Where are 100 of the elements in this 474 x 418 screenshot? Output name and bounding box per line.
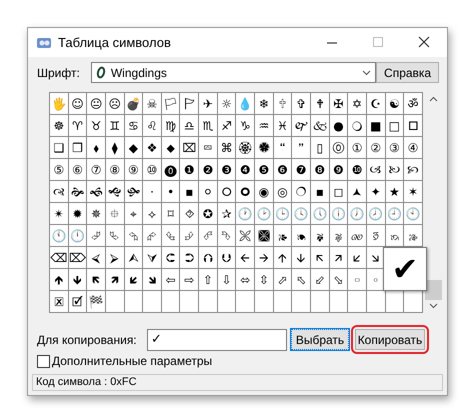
character-cell[interactable]: ♑ bbox=[236, 115, 256, 137]
help-button[interactable]: Справка bbox=[376, 62, 439, 83]
copy-button[interactable]: Копировать bbox=[355, 329, 425, 350]
character-cell[interactable]: 🕈 bbox=[310, 93, 330, 115]
character-cell[interactable]: 🙞 bbox=[68, 181, 88, 203]
character-cell[interactable]: ♓ bbox=[274, 115, 292, 137]
copy-field[interactable]: ✓ bbox=[147, 328, 287, 350]
character-cell[interactable]: ॐ bbox=[404, 93, 423, 115]
character-cell[interactable]: 🕒 bbox=[274, 203, 292, 225]
character-cell[interactable]: ● bbox=[330, 115, 348, 137]
character-cell[interactable]: ◻ bbox=[330, 181, 348, 203]
character-cell[interactable]: ⚪ bbox=[199, 181, 218, 203]
character-cell[interactable]: 🕑 bbox=[255, 203, 274, 225]
character-cell[interactable]: ⬃ bbox=[310, 269, 330, 291]
character-cell[interactable]: ⟡ bbox=[143, 203, 162, 225]
character-cell[interactable]: 🡩 bbox=[274, 247, 292, 269]
character-cell[interactable]: ♈ bbox=[68, 115, 88, 137]
character-cell[interactable]: ✹ bbox=[68, 203, 88, 225]
character-cell[interactable]: ⧫ bbox=[106, 137, 125, 159]
character-cell[interactable]: □ bbox=[386, 115, 404, 137]
character-cell[interactable]: ⌑ bbox=[162, 203, 180, 225]
character-cell[interactable]: ⌦ bbox=[68, 247, 88, 269]
character-cell[interactable]: 🡾 bbox=[143, 269, 162, 291]
character-cell[interactable]: ❖ bbox=[143, 137, 162, 159]
character-cell[interactable]: ❶ bbox=[180, 159, 200, 181]
character-cell[interactable]: 🏁 bbox=[87, 291, 106, 313]
character-cell[interactable]: ☸ bbox=[50, 115, 69, 137]
character-cell[interactable]: 🡹 bbox=[50, 269, 69, 291]
character-cell[interactable]: ✶ bbox=[404, 181, 423, 203]
character-cell[interactable]: 🕔 bbox=[310, 203, 330, 225]
scroll-up-icon[interactable] bbox=[429, 96, 438, 102]
character-cell[interactable]: 🙣 bbox=[50, 181, 69, 203]
character-cell[interactable]: 🢬 bbox=[348, 269, 367, 291]
character-cell[interactable]: 😐 bbox=[87, 93, 106, 115]
character-cell[interactable]: 🡻 bbox=[68, 269, 88, 291]
character-cell[interactable]: 🕆 bbox=[274, 93, 292, 115]
character-cell[interactable]: ⇦ bbox=[162, 269, 180, 291]
character-cell[interactable]: ❼ bbox=[292, 159, 311, 181]
character-cell[interactable]: ◉ bbox=[255, 181, 274, 203]
character-cell[interactable]: ③ bbox=[386, 137, 404, 159]
character-cell[interactable]: 🙟 bbox=[124, 181, 144, 203]
character-cell[interactable]: ☯ bbox=[386, 93, 404, 115]
character-cell[interactable]: ① bbox=[348, 137, 367, 159]
character-cell[interactable]: ✴ bbox=[50, 203, 69, 225]
character-cell[interactable]: ⓿ bbox=[162, 159, 180, 181]
character-cell[interactable]: 🡼 bbox=[87, 269, 106, 291]
character-cell[interactable]: 🞐 bbox=[404, 115, 423, 137]
character-cell[interactable]: ■ bbox=[366, 115, 386, 137]
character-cell[interactable]: 🙖 bbox=[330, 225, 348, 247]
character-cell[interactable]: ⮵ bbox=[180, 225, 200, 247]
character-cell[interactable]: ◎ bbox=[274, 181, 292, 203]
character-cell[interactable]: 🏵 bbox=[236, 137, 256, 159]
font-dropdown[interactable]: Wingdings bbox=[90, 62, 376, 83]
character-cell[interactable]: ⌖ bbox=[124, 203, 144, 225]
character-cell[interactable]: 🕓 bbox=[292, 203, 311, 225]
character-cell[interactable]: ✦ bbox=[366, 181, 386, 203]
character-cell[interactable]: ◆ bbox=[124, 137, 144, 159]
character-cell[interactable]: ⬧ bbox=[87, 137, 106, 159]
character-cell[interactable]: ⌫ bbox=[50, 247, 69, 269]
character-cell[interactable]: 🕚 bbox=[50, 225, 69, 247]
character-cell[interactable]: ✈ bbox=[199, 93, 218, 115]
scroll-down-icon[interactable] bbox=[429, 303, 438, 309]
character-cell[interactable]: ⑦ bbox=[87, 159, 106, 181]
character-cell[interactable]: 🕘 bbox=[386, 203, 404, 225]
character-cell[interactable]: ♉ bbox=[87, 115, 106, 137]
character-cell[interactable]: 🙷 bbox=[292, 137, 311, 159]
character-cell[interactable]: 🡪 bbox=[255, 247, 274, 269]
character-cell[interactable]: 🡽 bbox=[106, 269, 125, 291]
character-cell[interactable]: ⮊ bbox=[180, 247, 200, 269]
character-cell[interactable]: ⇨ bbox=[180, 269, 200, 291]
character-cell[interactable]: ❸ bbox=[218, 159, 236, 181]
character-cell[interactable]: ❺ bbox=[255, 159, 274, 181]
character-cell[interactable]: 🙗 bbox=[310, 225, 330, 247]
character-cell[interactable]: 🙜 bbox=[87, 181, 106, 203]
character-cell[interactable]: ⯐ bbox=[106, 203, 125, 225]
character-cell[interactable]: ❹ bbox=[236, 159, 256, 181]
character-cell[interactable]: 🏳 bbox=[162, 93, 180, 115]
character-cell[interactable]: ♊ bbox=[106, 115, 125, 137]
character-cell[interactable]: ❄ bbox=[255, 93, 274, 115]
character-cell[interactable]: ⑧ bbox=[106, 159, 125, 181]
character-cell[interactable]: ⮹ bbox=[199, 137, 218, 159]
character-cell[interactable]: ⮷ bbox=[218, 225, 236, 247]
character-cell[interactable]: ⬀ bbox=[274, 269, 292, 291]
character-cell[interactable]: ✠ bbox=[330, 93, 348, 115]
character-cell[interactable]: ❽ bbox=[310, 159, 330, 181]
character-cell[interactable]: 🕖 bbox=[348, 203, 367, 225]
character-cell[interactable]: 🙝 bbox=[106, 181, 125, 203]
character-cell[interactable]: ⇳ bbox=[255, 269, 274, 291]
character-cell[interactable]: ⮙ bbox=[124, 247, 144, 269]
character-cell[interactable]: 🕕 bbox=[330, 203, 348, 225]
character-cell[interactable]: 🡯 bbox=[348, 247, 367, 269]
character-cell[interactable]: ⮈ bbox=[162, 247, 180, 269]
character-cell[interactable]: ⓪ bbox=[330, 137, 348, 159]
character-cell[interactable]: 🔾 bbox=[348, 115, 367, 137]
character-cell[interactable]: 🙪 bbox=[236, 225, 256, 247]
character-cell[interactable]: 🞈 bbox=[236, 181, 256, 203]
character-cell[interactable]: ⌧ bbox=[180, 137, 200, 159]
character-cell[interactable]: ♍ bbox=[162, 115, 180, 137]
character-cell[interactable]: ☼ bbox=[218, 93, 236, 115]
character-cell[interactable]: ☪ bbox=[366, 93, 386, 115]
